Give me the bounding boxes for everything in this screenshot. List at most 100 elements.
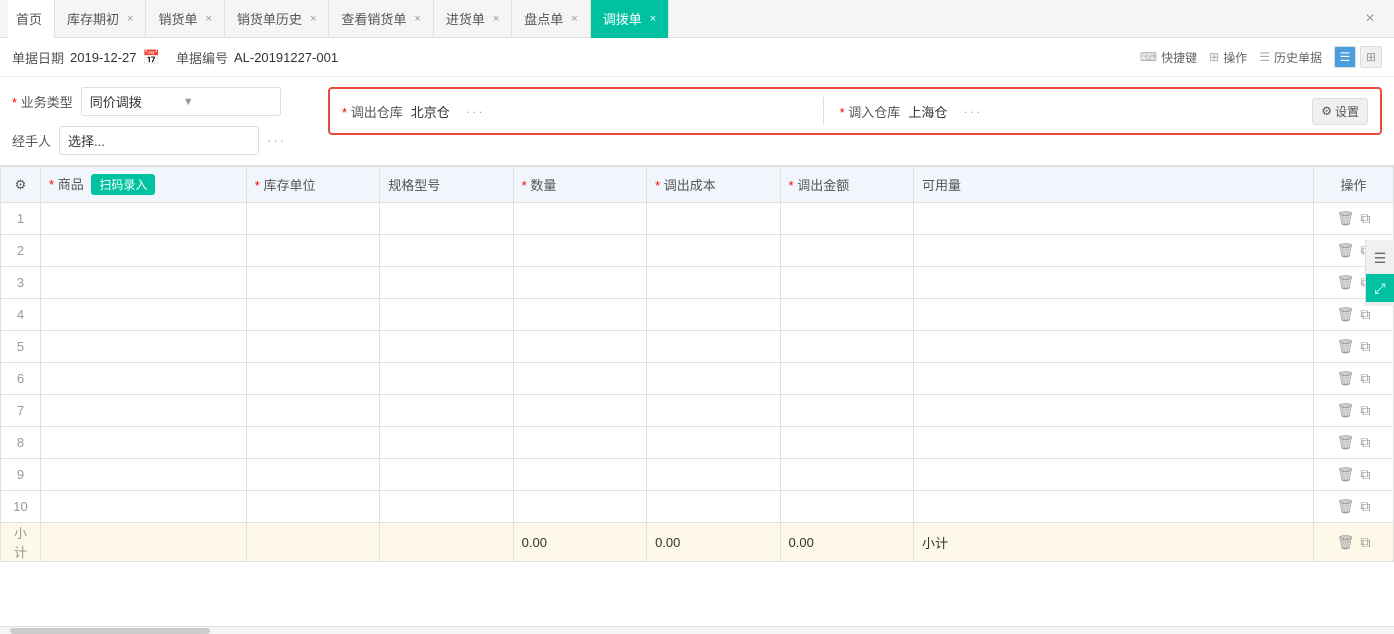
th-gear[interactable]: ⚙ xyxy=(1,167,41,203)
delete-icon[interactable]: 🗑 xyxy=(1337,242,1355,258)
row-product[interactable] xyxy=(41,235,247,267)
row-amount[interactable] xyxy=(780,395,914,427)
row-qty[interactable] xyxy=(513,299,646,331)
delete-icon[interactable]: 🗑 xyxy=(1337,210,1355,226)
copy-icon[interactable]: ⧉ xyxy=(1360,434,1370,450)
settings-button[interactable]: ⚙ 设置 xyxy=(1312,98,1368,125)
row-amount[interactable] xyxy=(780,459,914,491)
tab-sales-order-close[interactable]: × xyxy=(205,13,211,25)
delete-icon[interactable]: 🗑 xyxy=(1337,498,1355,514)
tab-transfer-close[interactable]: × xyxy=(650,13,656,25)
row-product[interactable] xyxy=(41,427,247,459)
row-cost[interactable] xyxy=(647,299,780,331)
row-unit[interactable] xyxy=(246,427,379,459)
row-qty[interactable] xyxy=(513,395,646,427)
business-type-input[interactable]: 同价调拨 ▼ xyxy=(81,87,281,116)
tab-view-sales-close[interactable]: × xyxy=(414,13,420,25)
row-cost[interactable] xyxy=(647,395,780,427)
row-qty[interactable] xyxy=(513,459,646,491)
window-close-button[interactable]: × xyxy=(1354,3,1386,35)
row-product[interactable] xyxy=(41,331,247,363)
row-qty[interactable] xyxy=(513,331,646,363)
tab-inventory-init[interactable]: 库存期初 × xyxy=(55,0,146,38)
copy-icon[interactable]: ⧉ xyxy=(1360,466,1370,482)
row-amount[interactable] xyxy=(780,267,914,299)
delete-icon[interactable]: 🗑 xyxy=(1337,534,1355,550)
handler-input[interactable]: 选择... xyxy=(59,126,259,155)
row-available[interactable] xyxy=(914,427,1314,459)
row-available[interactable] xyxy=(914,267,1314,299)
operations-button[interactable]: ⊞ 操作 xyxy=(1209,49,1247,66)
row-spec[interactable] xyxy=(380,267,513,299)
row-cost[interactable] xyxy=(647,363,780,395)
row-cost[interactable] xyxy=(647,267,780,299)
row-available[interactable]: 小计 xyxy=(914,523,1314,562)
tab-purchase-order-close[interactable]: × xyxy=(493,13,499,25)
row-unit[interactable] xyxy=(246,267,379,299)
tab-stocktake-close[interactable]: × xyxy=(571,13,577,25)
row-product[interactable] xyxy=(41,491,247,523)
tab-purchase-order[interactable]: 进货单 × xyxy=(434,0,512,38)
row-unit[interactable] xyxy=(246,395,379,427)
warehouse-out-more-icon[interactable]: ··· xyxy=(466,104,485,119)
row-unit[interactable] xyxy=(246,459,379,491)
row-unit[interactable] xyxy=(246,203,379,235)
row-unit[interactable] xyxy=(246,235,379,267)
copy-icon[interactable]: ⧉ xyxy=(1360,402,1370,418)
delete-icon[interactable]: 🗑 xyxy=(1337,402,1355,418)
handler-more-icon[interactable]: ··· xyxy=(267,133,286,148)
copy-icon[interactable]: ⧉ xyxy=(1360,370,1370,386)
row-product[interactable] xyxy=(41,299,247,331)
delete-icon[interactable]: 🗑 xyxy=(1337,466,1355,482)
row-spec[interactable] xyxy=(380,491,513,523)
row-qty[interactable]: 0.00 xyxy=(513,523,646,562)
row-available[interactable] xyxy=(914,235,1314,267)
row-spec[interactable] xyxy=(380,235,513,267)
row-product[interactable] xyxy=(41,459,247,491)
row-amount[interactable] xyxy=(780,363,914,395)
row-cost[interactable] xyxy=(647,427,780,459)
tab-view-sales[interactable]: 查看销货单 × xyxy=(329,0,433,38)
row-product[interactable] xyxy=(41,203,247,235)
history-button[interactable]: ☰ 历史单据 xyxy=(1259,49,1322,66)
list-view-button[interactable]: ☰ xyxy=(1334,46,1356,68)
row-amount[interactable] xyxy=(780,299,914,331)
row-spec[interactable] xyxy=(380,331,513,363)
row-unit[interactable] xyxy=(246,491,379,523)
row-spec[interactable] xyxy=(380,427,513,459)
row-unit[interactable] xyxy=(246,331,379,363)
row-available[interactable] xyxy=(914,363,1314,395)
row-spec[interactable] xyxy=(380,363,513,395)
delete-icon[interactable]: 🗑 xyxy=(1337,274,1355,290)
delete-icon[interactable]: 🗑 xyxy=(1337,434,1355,450)
row-available[interactable] xyxy=(914,299,1314,331)
row-spec[interactable] xyxy=(380,395,513,427)
grid-view-button[interactable]: ⊞ xyxy=(1360,46,1382,68)
row-available[interactable] xyxy=(914,395,1314,427)
row-cost[interactable] xyxy=(647,235,780,267)
delete-icon[interactable]: 🗑 xyxy=(1337,370,1355,386)
warehouse-in-more-icon[interactable]: ··· xyxy=(963,104,982,119)
copy-icon[interactable]: ⧉ xyxy=(1360,338,1370,354)
delete-icon[interactable]: 🗑 xyxy=(1337,306,1355,322)
row-unit[interactable] xyxy=(246,363,379,395)
copy-icon[interactable]: ⧉ xyxy=(1360,498,1370,514)
row-cost[interactable]: 0.00 xyxy=(647,523,780,562)
copy-icon[interactable]: ⧉ xyxy=(1360,210,1370,226)
row-spec[interactable] xyxy=(380,523,513,562)
row-available[interactable] xyxy=(914,491,1314,523)
row-qty[interactable] xyxy=(513,267,646,299)
row-product[interactable] xyxy=(41,363,247,395)
horizontal-scrollbar[interactable] xyxy=(0,626,1394,634)
tab-inventory-init-close[interactable]: × xyxy=(127,13,133,25)
copy-icon[interactable]: ⧉ xyxy=(1360,534,1370,550)
tab-home[interactable]: 首页 xyxy=(8,0,55,38)
sidebar-list-icon[interactable]: ☰ xyxy=(1366,244,1394,272)
row-qty[interactable] xyxy=(513,203,646,235)
row-cost[interactable] xyxy=(647,459,780,491)
tab-stocktake[interactable]: 盘点单 × xyxy=(512,0,590,38)
row-qty[interactable] xyxy=(513,427,646,459)
row-spec[interactable] xyxy=(380,203,513,235)
row-available[interactable] xyxy=(914,203,1314,235)
row-spec[interactable] xyxy=(380,459,513,491)
